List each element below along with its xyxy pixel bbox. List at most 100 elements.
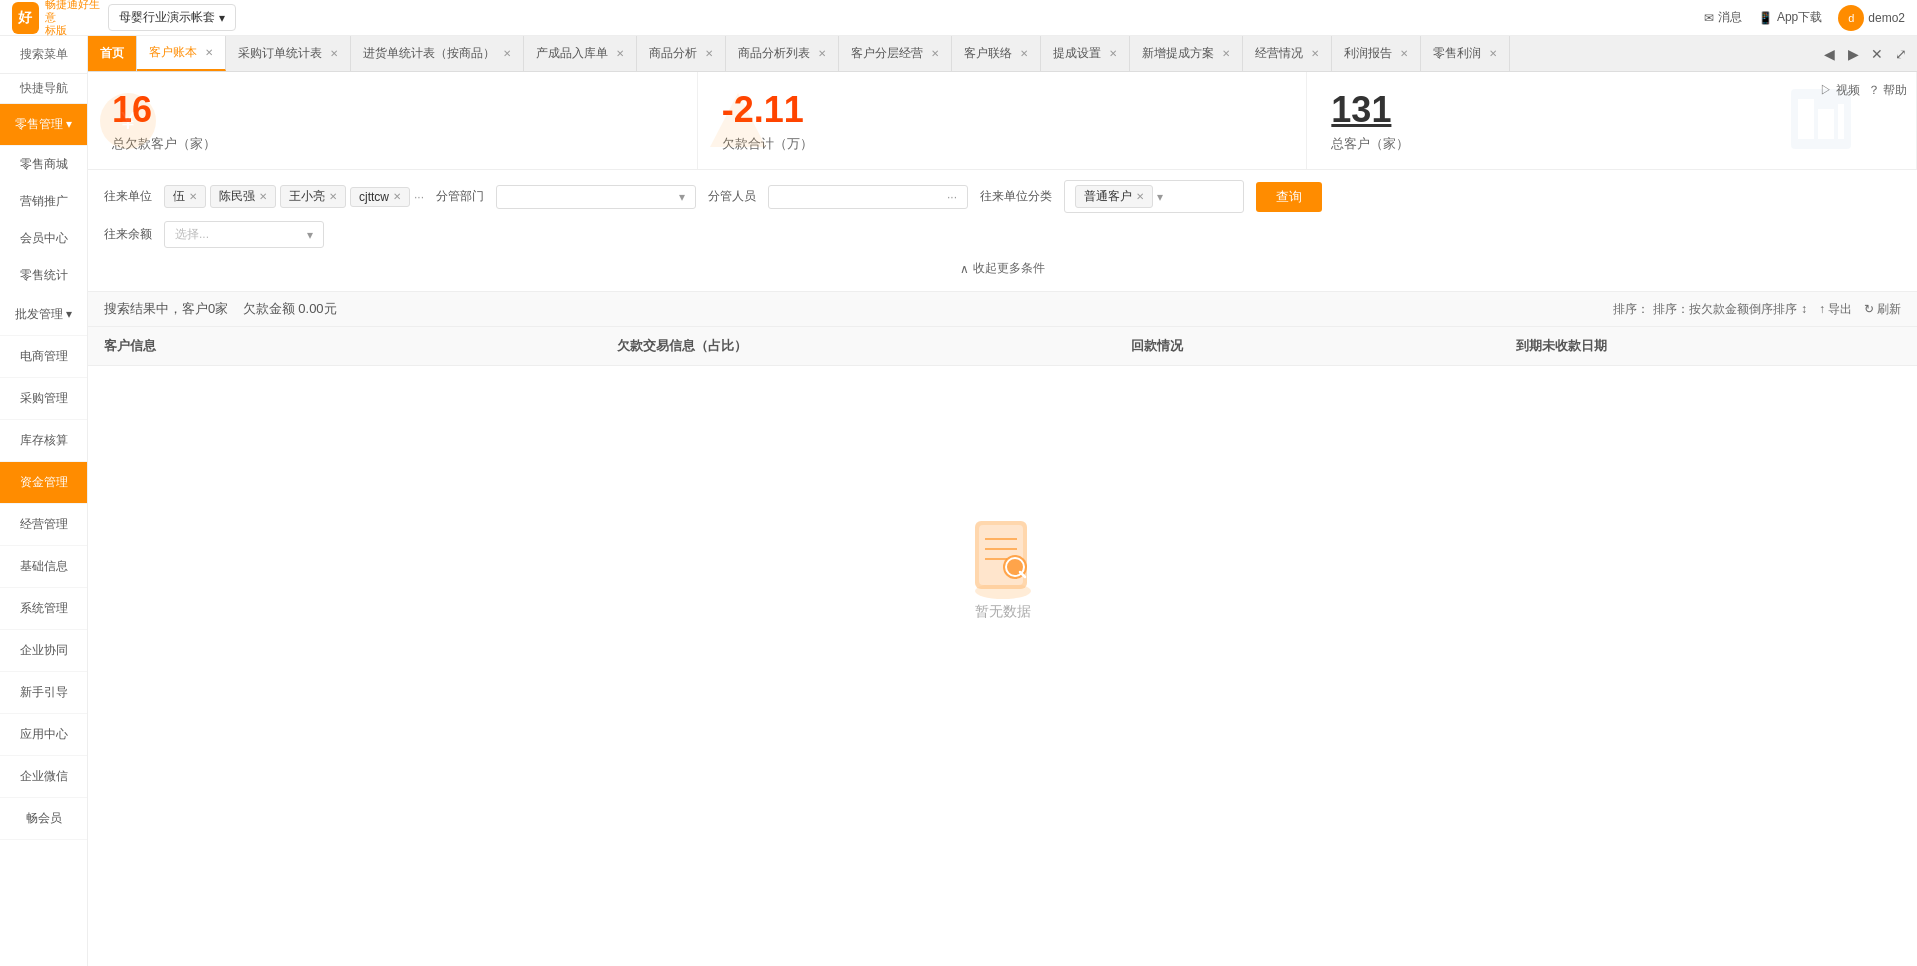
sidebar-item-finance-mgmt[interactable]: 资金管理 <box>0 462 87 504</box>
tab-close-goods-analysis[interactable]: ✕ <box>705 48 713 59</box>
filter-tag-close-wang[interactable]: ✕ <box>329 191 337 202</box>
filter-person-label: 分管人员 <box>708 188 756 205</box>
question-icon: ？ <box>1868 83 1880 97</box>
query-button[interactable]: 查询 <box>1256 182 1322 212</box>
more-person-icon: ··· <box>947 190 957 204</box>
filter-person-select[interactable]: ··· <box>768 185 968 209</box>
filter-tag-close-normal[interactable]: ✕ <box>1136 191 1144 202</box>
sidebar-item-stock-check[interactable]: 库存核算 <box>0 420 87 462</box>
table-header: 客户信息 欠款交易信息（占比） 回款情况 到期未收款日期 <box>88 327 1917 366</box>
filter-tag-cjttcw: cjttcw ✕ <box>350 187 410 207</box>
tab-close-profit-report[interactable]: ✕ <box>1400 48 1408 59</box>
stat-actions: ▷ 视频 ？ 帮助 <box>1820 82 1907 99</box>
messages-button[interactable]: ✉ 消息 <box>1704 9 1742 26</box>
sidebar-item-retail-mall[interactable]: 零售商城 <box>0 146 87 183</box>
sidebar-item-app-center[interactable]: 应用中心 <box>0 714 87 756</box>
tab-close-stock-stat[interactable]: ✕ <box>503 48 511 59</box>
sidebar-search[interactable]: 搜索菜单 <box>0 36 87 74</box>
tab-customer-segment[interactable]: 客户分层经营 ✕ <box>839 36 952 71</box>
video-link[interactable]: ▷ 视频 <box>1820 82 1859 99</box>
tab-close-produce[interactable]: ✕ <box>616 48 624 59</box>
chevron-down-remain-icon: ▾ <box>307 228 313 242</box>
tab-close-all-button[interactable]: ✕ <box>1867 44 1887 64</box>
tab-new-improve[interactable]: 新增提成方案 ✕ <box>1130 36 1243 71</box>
filter-tag-wu: 伍 ✕ <box>164 185 206 208</box>
stat-bg-icon-2 <box>698 72 778 169</box>
filter-row-1: 往来单位 伍 ✕ 陈民强 ✕ 王小亮 ✕ <box>104 180 1901 213</box>
avatar-icon: d <box>1838 5 1864 31</box>
filter-dept-select[interactable]: ▾ <box>496 185 696 209</box>
sidebar-item-basic-info[interactable]: 基础信息 <box>0 546 87 588</box>
tab-close-customer[interactable]: ✕ <box>205 47 213 58</box>
sidebar-item-operations-mgmt[interactable]: 经营管理 <box>0 504 87 546</box>
table-area: 客户信息 欠款交易信息（占比） 回款情况 到期未收款日期 <box>88 327 1917 966</box>
tab-purchase-order[interactable]: 采购订单统计表 ✕ <box>226 36 351 71</box>
tab-produce[interactable]: 产成品入库单 ✕ <box>524 36 637 71</box>
tab-nav-buttons: ◀ ▶ ✕ ⤢ <box>1813 36 1917 71</box>
filter-category-select[interactable]: 普通客户 ✕ ▾ <box>1064 180 1244 213</box>
tab-bar: 首页 客户账本 ✕ 采购订单统计表 ✕ 进货单统计表（按商品） ✕ 产成品入库单… <box>88 36 1917 72</box>
tab-customer[interactable]: 客户账本 ✕ <box>137 36 226 71</box>
tab-close-goods-analysis-list[interactable]: ✕ <box>818 48 826 59</box>
stat-block-amount: -2.11 欠款合计（万） <box>698 72 1308 169</box>
download-icon: 📱 <box>1758 11 1773 25</box>
sidebar-item-newcomer-guide[interactable]: 新手引导 <box>0 672 87 714</box>
export-button[interactable]: ↑ 导出 <box>1819 301 1852 318</box>
sidebar-item-ecommerce-mgmt[interactable]: 电商管理 <box>0 336 87 378</box>
filter-tag-close-chen[interactable]: ✕ <box>259 191 267 202</box>
sidebar-item-retail-stats[interactable]: 零售统计 <box>0 257 87 294</box>
tab-next-button[interactable]: ▶ <box>1843 44 1863 64</box>
tab-close-new-improve[interactable]: ✕ <box>1222 48 1230 59</box>
filter-tag-close-cjttcw[interactable]: ✕ <box>393 191 401 202</box>
tab-close-purchase-order[interactable]: ✕ <box>330 48 338 59</box>
tab-close-business-status[interactable]: ✕ <box>1311 48 1319 59</box>
filter-unit-label: 往来单位 <box>104 188 152 205</box>
help-link[interactable]: ？ 帮助 <box>1868 82 1907 99</box>
sidebar-item-company-agreement[interactable]: 企业协同 <box>0 630 87 672</box>
tab-goods-analysis-list[interactable]: 商品分析列表 ✕ <box>726 36 839 71</box>
tab-customer-contact[interactable]: 客户联络 ✕ <box>952 36 1041 71</box>
user-avatar[interactable]: d demo2 <box>1838 5 1905 31</box>
tab-home[interactable]: 首页 <box>88 36 137 71</box>
tab-goods-analysis[interactable]: 商品分析 ✕ <box>637 36 726 71</box>
svg-text:¥: ¥ <box>120 107 135 134</box>
logo-area: 好 畅捷通好生意 标版 <box>12 0 100 37</box>
app-download-button[interactable]: 📱 App下载 <box>1758 9 1822 26</box>
message-icon: ✉ <box>1704 11 1714 25</box>
collapse-button[interactable]: ∧ 收起更多条件 <box>948 256 1057 281</box>
workspace-selector[interactable]: 母婴行业演示帐套 ▾ <box>108 4 236 31</box>
tab-close-retail-profit[interactable]: ✕ <box>1489 48 1497 59</box>
sidebar-item-retail-mgmt[interactable]: 零售管理 ▾ <box>0 104 87 146</box>
filter-tag-wang: 王小亮 ✕ <box>280 185 346 208</box>
tab-close-customer-segment[interactable]: ✕ <box>931 48 939 59</box>
sidebar-item-system-mgmt[interactable]: 系统管理 <box>0 588 87 630</box>
tab-business-status[interactable]: 经营情况 ✕ <box>1243 36 1332 71</box>
sidebar-item-purchase-mgmt[interactable]: 采购管理 <box>0 378 87 420</box>
sort-select[interactable]: 排序： 排序：按欠款金额倒序排序 ↕ <box>1613 301 1807 318</box>
tab-improve-settings[interactable]: 提成设置 ✕ <box>1041 36 1130 71</box>
sidebar-item-marketing[interactable]: 营销推广 <box>0 183 87 220</box>
collapse-row: ∧ 收起更多条件 <box>104 256 1901 281</box>
refresh-button[interactable]: ↻ 刷新 <box>1864 301 1901 318</box>
empty-icon <box>963 511 1043 591</box>
sidebar-quick-nav[interactable]: 快捷导航 <box>0 74 87 104</box>
filter-remain-select[interactable]: 选择... ▾ <box>164 221 324 248</box>
sidebar-item-vip-member[interactable]: 畅会员 <box>0 798 87 840</box>
stat-label-total: 总客户（家） <box>1331 135 1409 153</box>
tab-prev-button[interactable]: ◀ <box>1819 44 1839 64</box>
filter-tag-close-wu[interactable]: ✕ <box>189 191 197 202</box>
filter-area: 往来单位 伍 ✕ 陈民强 ✕ 王小亮 ✕ <box>88 170 1917 292</box>
filter-more-btn[interactable]: ··· <box>414 190 424 204</box>
tab-retail-profit[interactable]: 零售利润 ✕ <box>1421 36 1510 71</box>
tab-profit-report[interactable]: 利润报告 ✕ <box>1332 36 1421 71</box>
tab-close-customer-contact[interactable]: ✕ <box>1020 48 1028 59</box>
sidebar-item-member-center[interactable]: 会员中心 <box>0 220 87 257</box>
table-header-repayment: 回款情况 <box>1131 337 1516 355</box>
filter-dept-label: 分管部门 <box>436 188 484 205</box>
tab-expand-button[interactable]: ⤢ <box>1891 44 1911 64</box>
svg-rect-4 <box>1798 99 1814 139</box>
tab-stock-stat[interactable]: 进货单统计表（按商品） ✕ <box>351 36 524 71</box>
sidebar-item-wholesale-mgmt[interactable]: 批发管理 ▾ <box>0 294 87 336</box>
tab-close-improve-settings[interactable]: ✕ <box>1109 48 1117 59</box>
sidebar-item-enterprise-wechat[interactable]: 企业微信 <box>0 756 87 798</box>
